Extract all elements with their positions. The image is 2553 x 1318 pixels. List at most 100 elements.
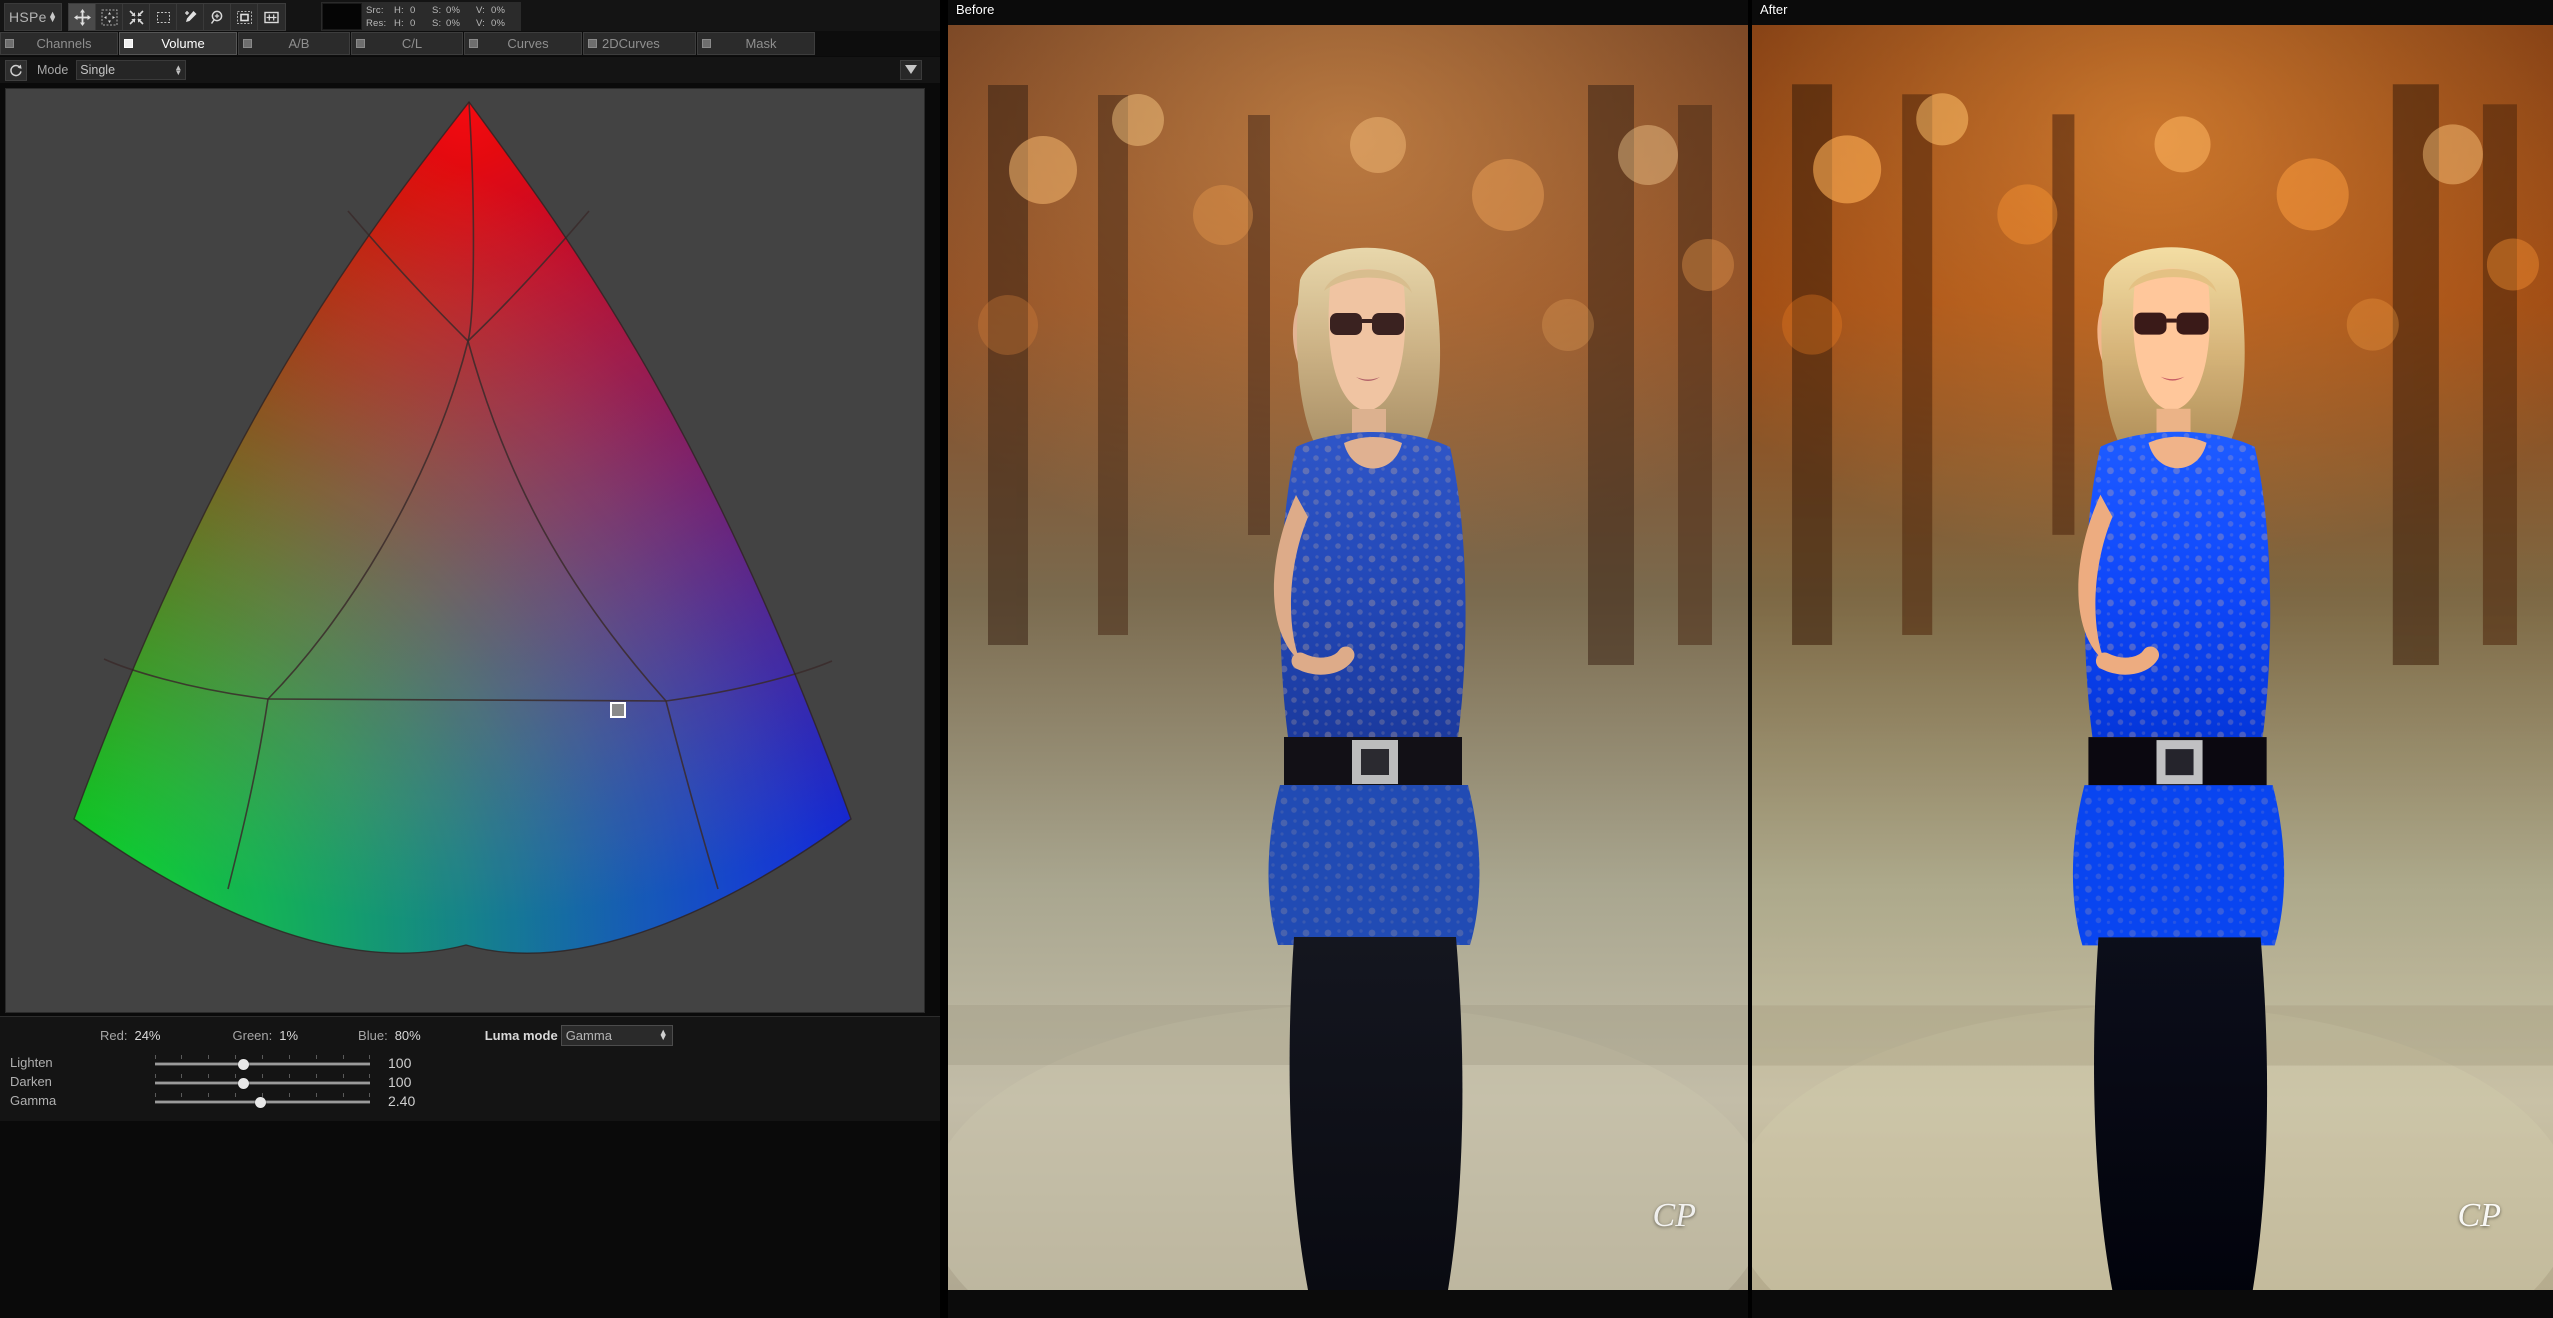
gamut-selection-handle[interactable]: [610, 702, 626, 718]
luma-mode-value: Gamma: [565, 1027, 612, 1043]
tab-cl-checkbox[interactable]: [356, 39, 365, 48]
src-v-value: 0%: [491, 4, 506, 16]
tool-button-group: [68, 3, 286, 31]
channel-blue-label: Blue:: [358, 1027, 388, 1043]
luma-mode-dropdown[interactable]: Gamma ▲ ▼: [560, 1024, 673, 1046]
slider-darken-value: 100: [388, 1073, 412, 1090]
slider-gamma-label: Gamma: [10, 1093, 57, 1108]
color-readout-swatch: [322, 3, 362, 30]
before-photo[interactable]: CP: [948, 25, 1748, 1290]
slider-lighten-ticks: [155, 1054, 370, 1060]
tab-ab-checkbox[interactable]: [243, 39, 252, 48]
mode-dropdown[interactable]: Single ▲ ▼: [76, 60, 187, 80]
collapse-tool-button[interactable]: [123, 4, 150, 30]
res-v-value: 0%: [491, 17, 506, 29]
src-h-label: H:: [394, 4, 404, 16]
res-s-label: S:: [432, 17, 442, 29]
slider-lighten-bar: [155, 1061, 370, 1066]
slider-gamma-track[interactable]: [155, 1092, 370, 1109]
src-label: Src:: [366, 4, 384, 16]
after-viewer[interactable]: After CP: [1752, 0, 2553, 1318]
channel-green: Green: 1%: [233, 1028, 299, 1043]
luma-mode-label: Luma mode: [484, 1027, 558, 1043]
filter-button[interactable]: [900, 60, 922, 80]
tab-ab[interactable]: A/B: [238, 32, 350, 55]
color-volume-gamut[interactable]: [5, 88, 925, 1013]
tab-2dcurves-label: 2DCurves: [602, 36, 660, 51]
tab-curves[interactable]: Curves: [464, 32, 582, 55]
hsp-editor-panel: HSPe ▲ ▼ Src: H: 0 S: 0% V: 0% Res: H: 0…: [0, 0, 940, 1318]
tab-channels[interactable]: Channels: [0, 32, 118, 55]
tab-cl[interactable]: C/L: [351, 32, 463, 55]
channel-green-value: 1%: [279, 1027, 299, 1043]
before-watermark: CP: [1652, 1197, 1696, 1234]
slider-darken-track[interactable]: [155, 1073, 370, 1090]
toolbar: HSPe ▲ ▼ Src: H: 0 S: 0% V: 0% Res: H: 0…: [0, 0, 940, 35]
channel-red: Red: 24%: [100, 1028, 161, 1043]
slider-lighten-track[interactable]: [155, 1054, 370, 1071]
channel-readout-row: Red: 24% Green: 1% Blue: 80% Luma mode G…: [0, 1024, 940, 1046]
slider-darken-label: Darken: [10, 1074, 52, 1089]
slider-darken-ticks: [155, 1073, 370, 1079]
preset-dropdown-label: HSPe: [9, 9, 47, 25]
before-viewer-label: Before: [956, 2, 995, 17]
after-watermark: CP: [2457, 1197, 2501, 1234]
tab-mask-label: Mask: [745, 36, 777, 51]
before-viewer[interactable]: Before CP: [948, 0, 1748, 1318]
reset-button[interactable]: [5, 59, 27, 81]
slider-group: Lighten 100 Darken 100 Gamma 2.40: [0, 1053, 940, 1110]
tab-channels-checkbox[interactable]: [5, 39, 14, 48]
tab-volume-checkbox[interactable]: [124, 39, 133, 48]
tab-channels-label: Channels: [36, 36, 92, 51]
tab-ab-label: A/B: [288, 36, 310, 51]
eyedropper-icon: [184, 10, 196, 22]
tab-volume-label: Volume: [161, 36, 205, 51]
slider-gamma-knob[interactable]: [255, 1096, 266, 1108]
marquee-tool-button[interactable]: [150, 4, 177, 30]
slider-darken-bar: [155, 1080, 370, 1085]
marquee-select-icon: [156, 11, 170, 23]
mode-dropdown-value: Single: [80, 63, 116, 77]
res-h-value: 0: [410, 17, 416, 29]
channel-red-value: 24%: [134, 1027, 161, 1043]
tab-curves-checkbox[interactable]: [469, 39, 478, 48]
src-s-label: S:: [432, 4, 442, 16]
tab-volume[interactable]: Volume: [119, 32, 237, 55]
grid-icon: [264, 11, 279, 23]
luma-mode-spinner: ▲ ▼: [658, 1027, 668, 1042]
src-s-value: 0%: [446, 4, 461, 16]
crop-box-icon: [236, 10, 252, 24]
move-tool-button[interactable]: [69, 4, 96, 30]
magnifier-icon: [210, 10, 222, 24]
slider-darken-knob[interactable]: [238, 1077, 249, 1089]
eyedropper-tool-button[interactable]: [177, 4, 204, 30]
preset-dropdown[interactable]: HSPe ▲ ▼: [4, 3, 62, 31]
channel-blue-value: 80%: [394, 1027, 421, 1043]
grid-tool-button[interactable]: [258, 4, 285, 30]
color-readout-src-row: Src: H: 0 S: 0% V: 0%: [366, 4, 521, 17]
warp-tool-button[interactable]: [96, 4, 123, 30]
channel-red-label: Red:: [100, 1027, 128, 1043]
move-icon: [73, 8, 91, 26]
res-h-label: H:: [394, 17, 404, 29]
slider-lighten-knob[interactable]: [238, 1058, 249, 1070]
crop-tool-button[interactable]: [231, 4, 258, 30]
tab-cl-label: C/L: [401, 36, 423, 51]
after-photo[interactable]: CP: [1752, 25, 2553, 1290]
collapse-arrows-icon: [128, 9, 144, 25]
slider-lighten-value: 100: [388, 1054, 412, 1071]
tab-mask[interactable]: Mask: [697, 32, 815, 55]
gamut-shape[interactable]: [6, 89, 925, 1013]
tab-2dcurves[interactable]: 2DCurves: [583, 32, 696, 55]
reset-circular-arrow-icon: [10, 64, 22, 77]
zoom-tool-button[interactable]: [204, 4, 231, 30]
tab-2dcurves-checkbox[interactable]: [588, 39, 597, 48]
slider-gamma-value: 2.40: [388, 1092, 416, 1109]
slider-row-darken: Darken 100: [0, 1072, 940, 1091]
res-label: Res:: [366, 17, 387, 29]
tab-strip: Channels Volume A/B C/L Curves 2DCurves: [0, 31, 940, 56]
mode-label: Mode: [37, 63, 69, 77]
slider-lighten-label: Lighten: [10, 1055, 53, 1070]
tab-mask-checkbox[interactable]: [702, 39, 711, 48]
tab-curves-label: Curves: [507, 36, 549, 51]
